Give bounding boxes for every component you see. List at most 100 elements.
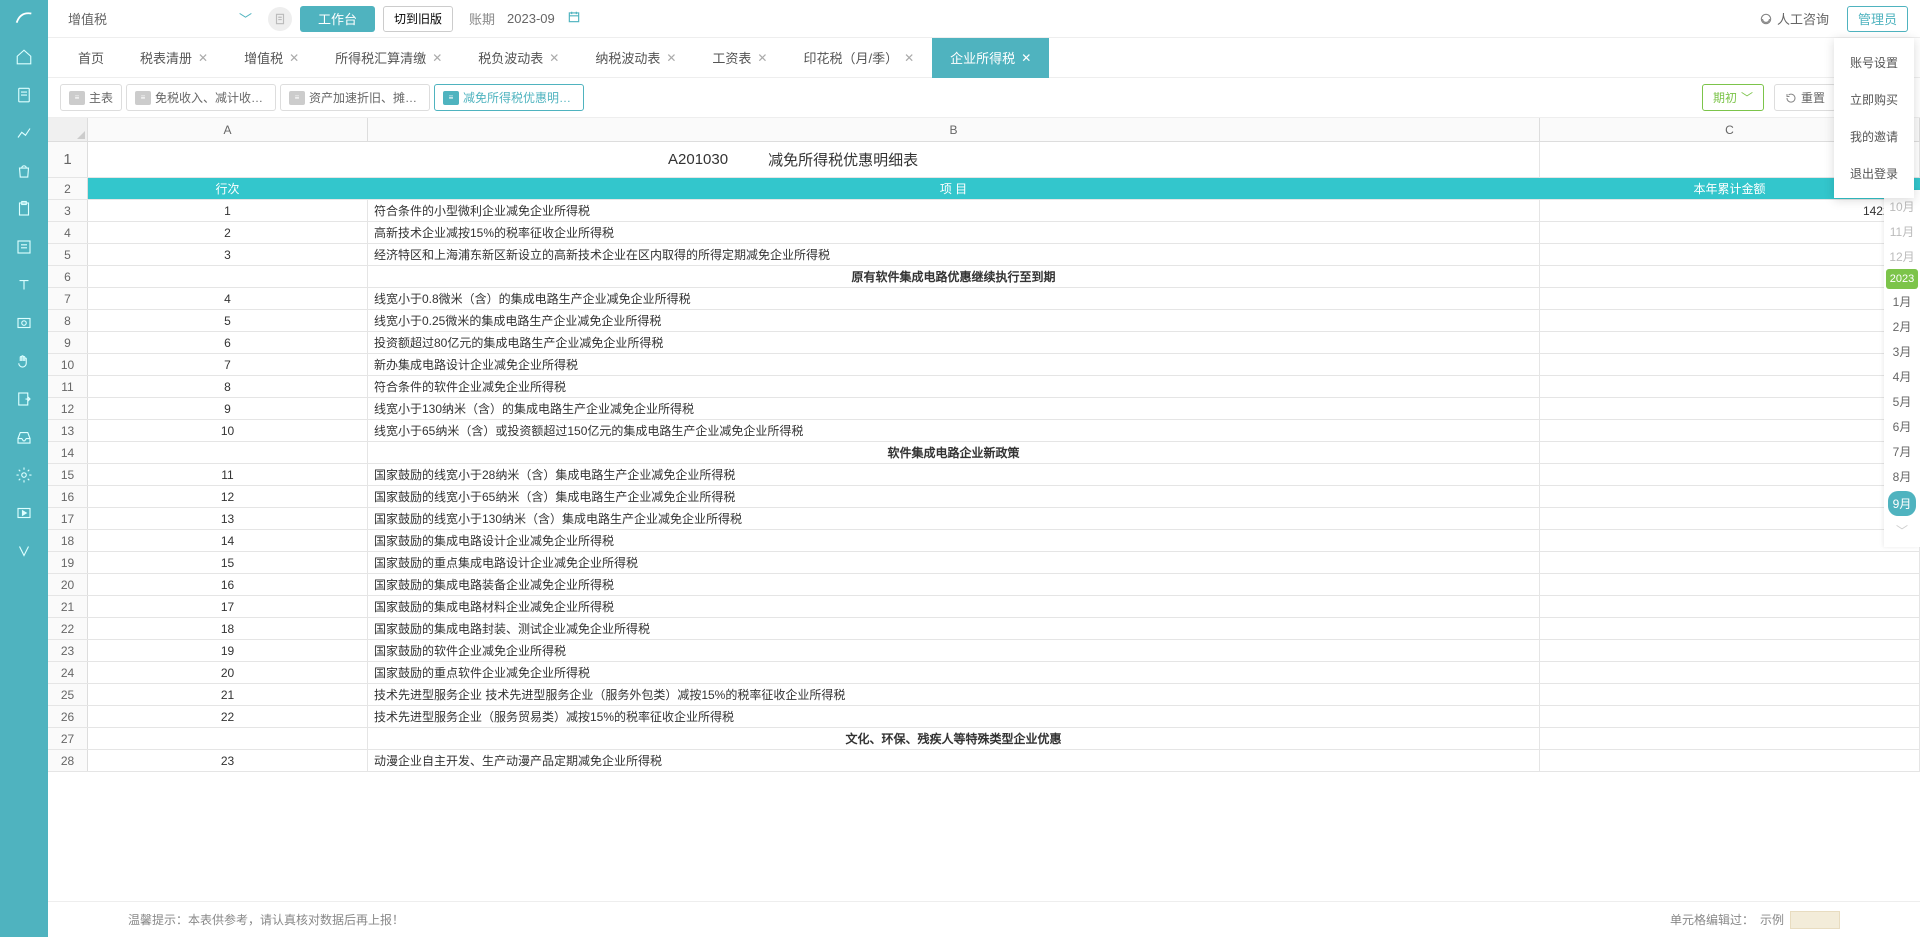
- cell[interactable]: 国家鼓励的集成电路装备企业减免企业所得税: [368, 574, 1540, 595]
- cell[interactable]: 经济特区和上海浦东新区新设立的高新技术企业在区内取得的所得定期减免企业所得税: [368, 244, 1540, 265]
- cell[interactable]: [1540, 728, 1920, 749]
- cell[interactable]: [1540, 508, 1920, 529]
- cell[interactable]: 15: [88, 552, 368, 573]
- row-header[interactable]: 10: [48, 354, 88, 375]
- month-item[interactable]: 8月: [1884, 464, 1920, 489]
- cell[interactable]: 3: [88, 244, 368, 265]
- cell[interactable]: 13: [88, 508, 368, 529]
- row-header[interactable]: 6: [48, 266, 88, 287]
- year-badge[interactable]: 2023: [1886, 269, 1918, 289]
- cell[interactable]: [1540, 266, 1920, 287]
- tab[interactable]: 税表清册✕: [122, 38, 226, 78]
- select-all-corner[interactable]: [48, 118, 88, 141]
- cell[interactable]: [1540, 662, 1920, 683]
- nav-clipboard-icon[interactable]: [0, 190, 48, 228]
- close-icon[interactable]: ✕: [1021, 51, 1031, 65]
- cell[interactable]: 原有软件集成电路优惠继续执行至到期: [368, 266, 1540, 287]
- row-header[interactable]: 23: [48, 640, 88, 661]
- subtab[interactable]: ≡资产加速折旧、摊销(...: [280, 84, 430, 111]
- cell[interactable]: [1540, 750, 1920, 771]
- header-cell[interactable]: 行次: [88, 178, 368, 199]
- cell[interactable]: 国家鼓励的线宽小于65纳米（含）集成电路生产企业减免企业所得税: [368, 486, 1540, 507]
- row-header[interactable]: 22: [48, 618, 88, 639]
- row-header[interactable]: 15: [48, 464, 88, 485]
- cell[interactable]: 11: [88, 464, 368, 485]
- row-header[interactable]: 5: [48, 244, 88, 265]
- month-item[interactable]: 6月: [1884, 414, 1920, 439]
- month-item[interactable]: 12月: [1884, 244, 1920, 269]
- month-item[interactable]: 5月: [1884, 389, 1920, 414]
- month-item[interactable]: 9月: [1888, 491, 1916, 516]
- row-header[interactable]: 27: [48, 728, 88, 749]
- cell[interactable]: [1540, 596, 1920, 617]
- nav-t-icon[interactable]: [0, 266, 48, 304]
- tab[interactable]: 纳税波动表✕: [577, 38, 694, 78]
- dropdown-item[interactable]: 账号设置: [1834, 44, 1914, 81]
- cell[interactable]: 国家鼓励的线宽小于130纳米（含）集成电路生产企业减免企业所得税: [368, 508, 1540, 529]
- cell[interactable]: [1540, 420, 1920, 441]
- close-icon[interactable]: ✕: [757, 51, 767, 65]
- cell[interactable]: 14: [88, 530, 368, 551]
- nav-export-icon[interactable]: [0, 380, 48, 418]
- tab[interactable]: 所得税汇算清缴✕: [317, 38, 460, 78]
- cell[interactable]: [1540, 354, 1920, 375]
- tab[interactable]: 企业所得税✕: [932, 38, 1049, 78]
- cell[interactable]: 1: [88, 200, 368, 221]
- cell[interactable]: 14221.38: [1540, 200, 1920, 221]
- cell[interactable]: 17: [88, 596, 368, 617]
- cell[interactable]: 21: [88, 684, 368, 705]
- nav-chart-icon[interactable]: [0, 114, 48, 152]
- cell[interactable]: 投资额超过80亿元的集成电路生产企业减免企业所得税: [368, 332, 1540, 353]
- subtab[interactable]: ≡主表: [60, 84, 122, 111]
- row-header[interactable]: 18: [48, 530, 88, 551]
- doc-round-icon[interactable]: [268, 7, 292, 31]
- cell[interactable]: [1540, 706, 1920, 727]
- row-header[interactable]: 3: [48, 200, 88, 221]
- sheet-body[interactable]: 1A201030减免所得税优惠明细表2行次项 目本年累计金额31符合条件的小型微…: [48, 142, 1920, 901]
- header-cell[interactable]: 项 目: [368, 178, 1540, 199]
- nav-v-icon[interactable]: [0, 532, 48, 570]
- cell[interactable]: 8: [88, 376, 368, 397]
- cell[interactable]: [1540, 574, 1920, 595]
- cell[interactable]: [88, 442, 368, 463]
- col-header-b[interactable]: B: [368, 118, 1540, 141]
- cell[interactable]: 4: [88, 288, 368, 309]
- reset-button[interactable]: 重置: [1774, 84, 1836, 111]
- month-item[interactable]: 1月: [1884, 289, 1920, 314]
- nav-video-icon[interactable]: [0, 494, 48, 532]
- cell[interactable]: 线宽小于0.25微米的集成电路生产企业减免企业所得税: [368, 310, 1540, 331]
- row-header[interactable]: 7: [48, 288, 88, 309]
- calendar-icon[interactable]: [567, 10, 581, 27]
- nav-doc-icon[interactable]: [0, 76, 48, 114]
- row-header[interactable]: 19: [48, 552, 88, 573]
- cell[interactable]: 技术先进型服务企业（服务贸易类）减按15%的税率征收企业所得税: [368, 706, 1540, 727]
- title-cell[interactable]: A201030减免所得税优惠明细表: [368, 142, 1540, 177]
- tax-type-select[interactable]: 增值税 ﹀: [60, 6, 260, 32]
- nav-settings-icon[interactable]: [0, 456, 48, 494]
- close-icon[interactable]: ✕: [289, 51, 299, 65]
- cell[interactable]: [1540, 464, 1920, 485]
- month-item[interactable]: 7月: [1884, 439, 1920, 464]
- cell[interactable]: 7: [88, 354, 368, 375]
- cell[interactable]: [88, 142, 368, 177]
- dropdown-item[interactable]: 立即购买: [1834, 81, 1914, 118]
- close-icon[interactable]: ✕: [904, 51, 914, 65]
- cell[interactable]: 国家鼓励的线宽小于28纳米（含）集成电路生产企业减免企业所得税: [368, 464, 1540, 485]
- dropdown-item[interactable]: 退出登录: [1834, 155, 1914, 192]
- row-header[interactable]: 20: [48, 574, 88, 595]
- cell[interactable]: 软件集成电路企业新政策: [368, 442, 1540, 463]
- row-header[interactable]: 24: [48, 662, 88, 683]
- nav-list-icon[interactable]: [0, 228, 48, 266]
- tab[interactable]: 增值税✕: [226, 38, 317, 78]
- row-header[interactable]: 28: [48, 750, 88, 771]
- nav-home-icon[interactable]: [0, 38, 48, 76]
- cell[interactable]: 20: [88, 662, 368, 683]
- cell[interactable]: [1540, 332, 1920, 353]
- month-item[interactable]: 3月: [1884, 339, 1920, 364]
- nav-inbox-icon[interactable]: [0, 418, 48, 456]
- cell[interactable]: 技术先进型服务企业 技术先进型服务企业（服务外包类）减按15%的税率征收企业所得…: [368, 684, 1540, 705]
- row-header[interactable]: 25: [48, 684, 88, 705]
- cell[interactable]: 16: [88, 574, 368, 595]
- cell[interactable]: [1540, 222, 1920, 243]
- cell[interactable]: 线宽小于65纳米（含）或投资额超过150亿元的集成电路生产企业减免企业所得税: [368, 420, 1540, 441]
